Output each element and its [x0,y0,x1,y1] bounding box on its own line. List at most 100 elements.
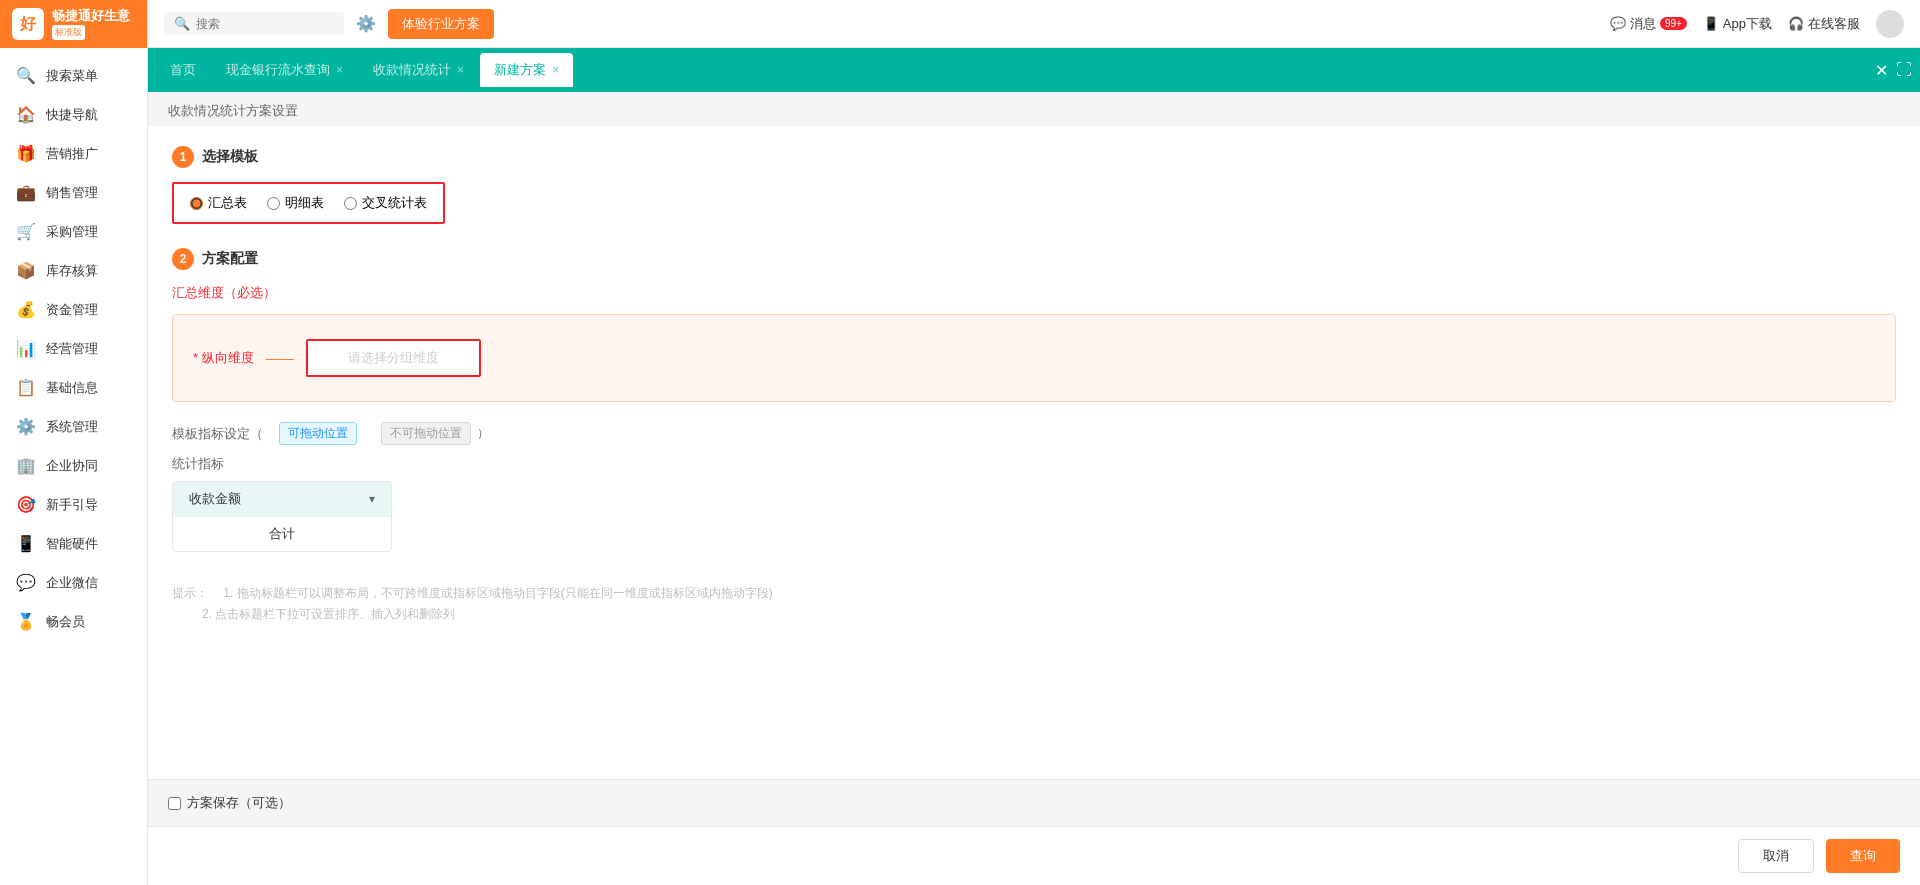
wechat-icon: 💬 [16,573,36,592]
search-icon: 🔍 [16,66,36,85]
sidebar-item-sales[interactable]: 💼销售管理 [0,173,147,212]
user-avatar[interactable] [1876,10,1904,38]
tab-home[interactable]: 首页 [156,53,210,87]
tab-close-new-plan[interactable]: × [552,63,559,77]
close-window-icon[interactable]: ✕ [1875,61,1888,80]
tab-label-cash-flow: 现金银行流水查询 [226,61,330,79]
metrics-title-text: 模板指标设定（ [172,426,263,441]
radio-detail-label: 明细表 [285,194,324,212]
step2-num: 2 [172,248,194,270]
member-icon: 🏅 [16,612,36,631]
sidebar-item-search[interactable]: 🔍 搜索菜单 [0,56,147,95]
enterprise-icon: 🏢 [16,456,36,475]
sidebar-logo: 好 畅捷通好生意 标准版 [0,0,147,48]
sidebar-item-quick-nav[interactable]: 🏠快捷导航 [0,95,147,134]
step1-num: 1 [172,146,194,168]
sidebar-item-label-marketing: 营销推广 [46,145,98,163]
sidebar-item-enterprise[interactable]: 🏢 企业协同 [0,446,147,485]
dimension-title-text: 汇总维度（必选） [172,285,276,300]
topbar-search-box[interactable]: 🔍 [164,12,344,35]
radio-summary-input[interactable] [190,197,203,210]
guide-icon: 🎯 [16,495,36,514]
sidebar-item-label-quick-nav: 快捷导航 [46,106,98,124]
radio-detail[interactable]: 明细表 [267,194,324,212]
sidebar-item-member[interactable]: 🏅 畅会员 [0,602,147,641]
save-plan-label: 方案保存（可选） [187,794,291,812]
step2-header: 2 方案配置 [172,248,1896,270]
radio-cross-label: 交叉统计表 [362,194,427,212]
sidebar-item-inventory[interactable]: 📦 库存核算 [0,251,147,290]
main-area: 🔍 ⚙️ 体验行业方案 💬 消息 99+ 📱 App下载 🎧 在线客服 首页现金… [148,0,1920,885]
sidebar-item-label-guide: 新手引导 [46,496,98,514]
sidebar-item-label-member: 畅会员 [46,613,85,631]
tip2: 2. 点击标题栏下拉可设置排序、插入列和删除列 [172,606,1896,623]
tab-close-cash-flow[interactable]: × [336,63,343,77]
tab-payment-stats[interactable]: 收款情况统计× [359,53,478,87]
tip1: 提示： 1. 拖动标题栏可以调整布局，不可跨维度或指标区域拖动目字段(只能在同一… [172,585,1896,602]
radio-detail-input[interactable] [267,197,280,210]
logo-badge: 标准版 [52,25,85,40]
sidebar-item-label-search: 搜索菜单 [46,67,98,85]
dropdown-icon[interactable]: ▾ [369,492,375,506]
marketing-icon: 🎁 [16,144,36,163]
cancel-button[interactable]: 取消 [1738,839,1814,873]
drag-separator [363,425,375,442]
basic-info-icon: 📋 [16,378,36,397]
sidebar-item-purchase[interactable]: 🛒采购管理 [0,212,147,251]
tip1-text: 1. 拖动标题栏可以调整布局，不可跨维度或指标区域拖动目字段(只能在同一维度或指… [223,586,772,600]
metrics-column-header: 收款金额 [189,490,241,508]
step1-title: 选择模板 [202,148,258,166]
sidebar-item-guide[interactable]: 🎯 新手引导 [0,485,147,524]
message-btn[interactable]: 💬 消息 99+ [1610,15,1687,33]
maximize-icon[interactable]: ⛶ [1896,61,1912,79]
operation-icon: 📊 [16,339,36,358]
dimension-title: 汇总维度（必选） [172,284,1896,302]
tips-section: 提示： 1. 拖动标题栏可以调整布局，不可跨维度或指标区域拖动目字段(只能在同一… [172,575,1896,637]
settings-icon[interactable]: ⚙️ [356,14,376,33]
search-input[interactable] [196,17,334,31]
sidebar-item-label-finance: 资金管理 [46,301,98,319]
metrics-section-label: 统计指标 [172,456,224,471]
sidebar-item-hardware[interactable]: 📱智能硬件 [0,524,147,563]
sidebar-item-finance[interactable]: 💰资金管理 [0,290,147,329]
download-icon: 📱 [1703,16,1719,31]
sidebar-item-wechat[interactable]: 💬企业微信 [0,563,147,602]
metrics-table-header[interactable]: 收款金额 ▾ [173,482,391,516]
sidebar-item-marketing[interactable]: 🎁 营销推广 [0,134,147,173]
step1-header: 1 选择模板 [172,146,1896,168]
service-label: 在线客服 [1808,15,1860,33]
service-icon: 🎧 [1788,16,1804,31]
query-button[interactable]: 查询 [1826,839,1900,873]
industry-btn[interactable]: 体验行业方案 [388,9,494,39]
hardware-icon: 📱 [16,534,36,553]
logo-icon: 好 [12,8,44,40]
form-card: 1 选择模板 汇总表 明细表 交叉统计表 [148,126,1920,779]
sidebar-item-basic-info[interactable]: 📋基础信息 [0,368,147,407]
step1-section: 1 选择模板 汇总表 明细表 交叉统计表 [172,146,1896,224]
radio-cross-input[interactable] [344,197,357,210]
tab-new-plan[interactable]: 新建方案× [480,53,573,87]
draggable-chip: 可拖动位置 [279,422,357,445]
radio-cross[interactable]: 交叉统计表 [344,194,427,212]
action-bar: 取消 查询 [148,826,1920,885]
purchase-icon: 🛒 [16,222,36,241]
tab-cash-flow[interactable]: 现金银行流水查询 × [212,53,357,87]
metrics-config: 模板指标设定（ 可拖动位置 不可拖动位置 ） 统计指标 [172,422,1896,555]
service-btn[interactable]: 🎧 在线客服 [1788,15,1860,33]
metrics-table-row: 合计 [173,516,391,551]
tabbar-right: ✕ ⛶ [1875,61,1912,80]
page-breadcrumb: 收款情况统计方案设置 [148,92,1920,126]
tab-close-payment-stats[interactable]: × [457,63,464,77]
tabbar: 首页现金银行流水查询×收款情况统计×新建方案× ✕ ⛶ [148,48,1920,92]
radio-summary[interactable]: 汇总表 [190,194,247,212]
sidebar-item-label-enterprise: 企业协同 [46,457,98,475]
sidebar-item-label-inventory: 库存核算 [46,262,98,280]
inventory-icon: 📦 [16,261,36,280]
save-plan-checkbox-label[interactable]: 方案保存（可选） [168,794,291,812]
sidebar-item-system[interactable]: ⚙️系统管理 [0,407,147,446]
download-btn[interactable]: 📱 App下载 [1703,15,1772,33]
dimension-placeholder[interactable]: 请选择分组维度 [306,339,481,377]
message-label: 消息 [1630,15,1656,33]
save-plan-checkbox[interactable] [168,797,181,810]
sidebar-item-operation[interactable]: 📊经营管理 [0,329,147,368]
